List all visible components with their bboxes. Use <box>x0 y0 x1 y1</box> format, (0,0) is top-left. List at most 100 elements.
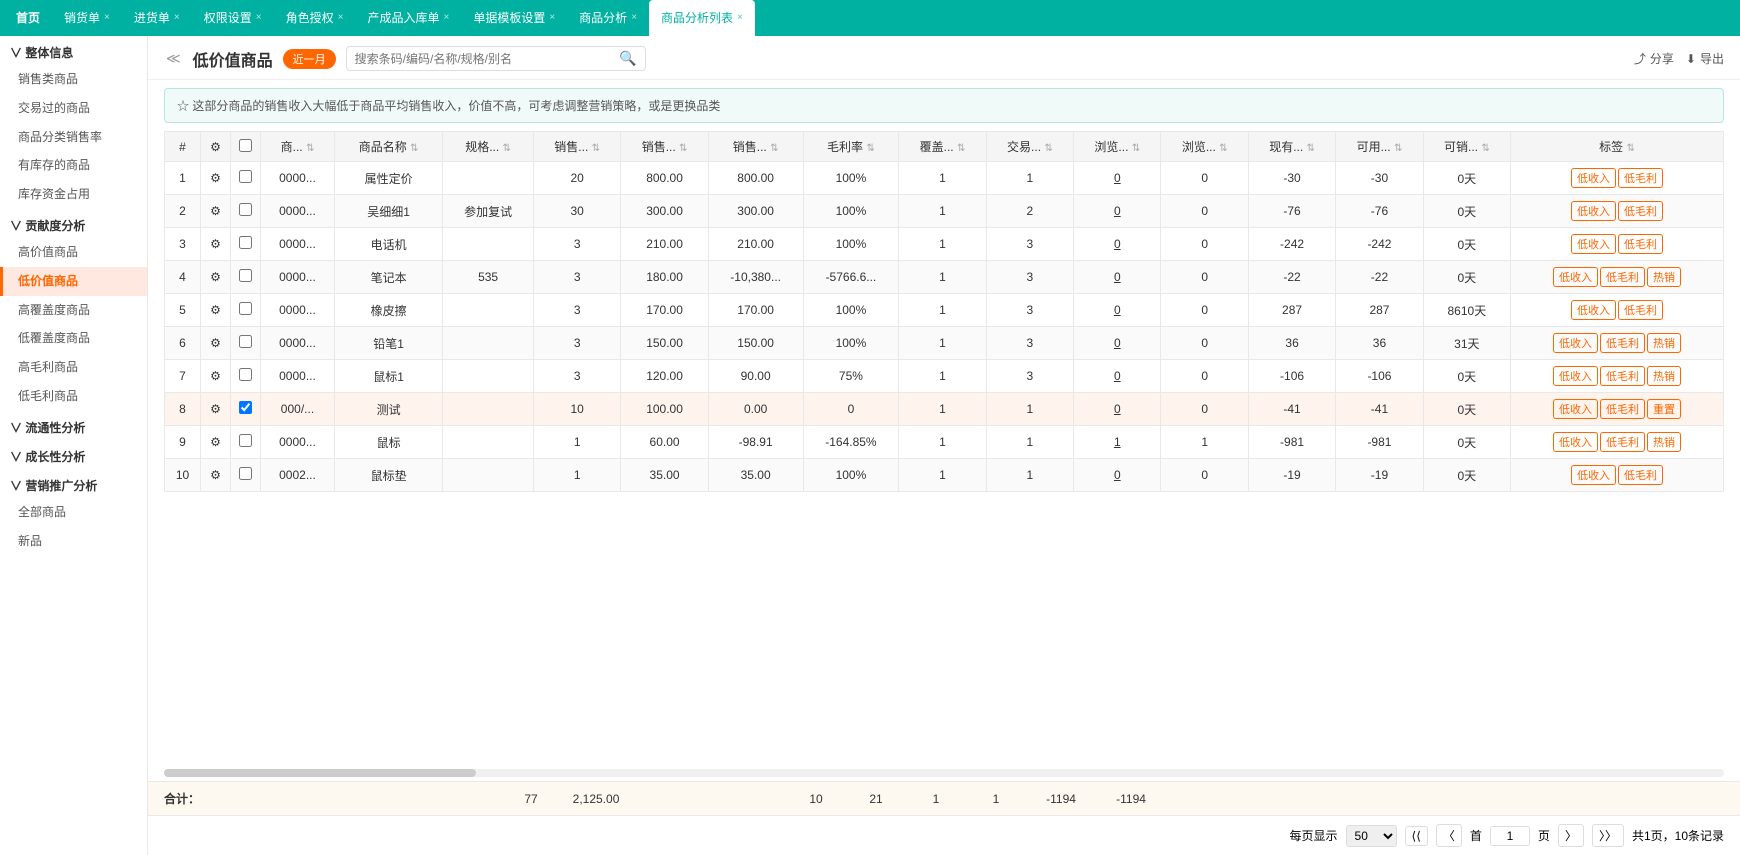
th-tags[interactable]: 标签 ⇅ <box>1511 132 1724 162</box>
sidebar-item-stock-fund[interactable]: 库存资金占用 <box>0 180 147 209</box>
cell-checkbox[interactable] <box>231 261 261 294</box>
th-sellable[interactable]: 可销... ⇅ <box>1423 132 1510 162</box>
time-range-tag[interactable]: 近一月 <box>283 49 336 69</box>
cell-browse1[interactable]: 0 <box>1074 360 1161 393</box>
last-page-button[interactable]: 〉〉 <box>1592 824 1624 847</box>
table-row[interactable]: 7 ⚙ 0000... 鼠标1 3 120.00 90.00 75% 1 3 0… <box>165 360 1724 393</box>
cell-checkbox[interactable] <box>231 228 261 261</box>
row-checkbox[interactable] <box>239 401 252 414</box>
nav-item-role[interactable]: 角色授权 × <box>274 0 356 36</box>
sidebar-item-new-goods[interactable]: 新品 <box>0 527 147 556</box>
browse-link[interactable]: 1 <box>1114 435 1121 449</box>
row-checkbox[interactable] <box>239 203 252 216</box>
cell-checkbox[interactable] <box>231 195 261 228</box>
browse-link[interactable]: 0 <box>1114 402 1121 416</box>
sidebar-item-low-margin[interactable]: 低毛利商品 <box>0 382 147 411</box>
cell-checkbox[interactable] <box>231 162 261 195</box>
table-row[interactable]: 3 ⚙ 0000... 电话机 3 210.00 210.00 100% 1 3… <box>165 228 1724 261</box>
th-browse2[interactable]: 浏览... ⇅ <box>1161 132 1248 162</box>
row-checkbox[interactable] <box>239 269 252 282</box>
sidebar-item-stock-goods[interactable]: 有库存的商品 <box>0 151 147 180</box>
row-checkbox[interactable] <box>239 335 252 348</box>
nav-item-goods-list[interactable]: 商品分析列表 × <box>649 0 755 36</box>
cell-settings[interactable]: ⚙ <box>201 261 231 294</box>
first-page-button[interactable]: ⟨⟨ <box>1405 826 1428 846</box>
page-size-select[interactable]: 50 100 200 <box>1346 825 1397 847</box>
th-settings[interactable]: ⚙ <box>201 132 231 162</box>
cell-browse1[interactable]: 1 <box>1074 426 1161 459</box>
sidebar-item-sales-goods[interactable]: 销售类商品 <box>0 65 147 94</box>
next-page-button[interactable]: 〉 <box>1558 824 1584 847</box>
row-checkbox[interactable] <box>239 368 252 381</box>
cell-settings[interactable]: ⚙ <box>201 360 231 393</box>
cell-settings[interactable]: ⚙ <box>201 327 231 360</box>
row-checkbox[interactable] <box>239 236 252 249</box>
browse-link[interactable]: 0 <box>1114 204 1121 218</box>
row-checkbox[interactable] <box>239 467 252 480</box>
row-checkbox[interactable] <box>239 434 252 447</box>
nav-item-sales[interactable]: 销货单 × <box>52 0 122 36</box>
cell-settings[interactable]: ⚙ <box>201 393 231 426</box>
th-current-stock[interactable]: 现有... ⇅ <box>1248 132 1335 162</box>
row-checkbox[interactable] <box>239 302 252 315</box>
cell-browse1[interactable]: 0 <box>1074 261 1161 294</box>
table-row[interactable]: 9 ⚙ 0000... 鼠标 1 60.00 -98.91 -164.85% 1… <box>165 426 1724 459</box>
browse-link[interactable]: 0 <box>1114 336 1121 350</box>
table-row[interactable]: 10 ⚙ 0002... 鼠标垫 1 35.00 35.00 100% 1 1 … <box>165 459 1724 492</box>
close-icon[interactable]: × <box>256 0 262 36</box>
cell-checkbox[interactable] <box>231 327 261 360</box>
sidebar-item-traded-goods[interactable]: 交易过的商品 <box>0 94 147 123</box>
th-code[interactable]: 商... ⇅ <box>261 132 335 162</box>
browse-link[interactable]: 0 <box>1114 468 1121 482</box>
th-coverage[interactable]: 覆盖... ⇅ <box>899 132 986 162</box>
close-icon[interactable]: × <box>549 0 555 36</box>
scrollbar-thumb[interactable] <box>164 769 476 777</box>
cell-browse1[interactable]: 0 <box>1074 393 1161 426</box>
nav-item-home[interactable]: 首页 <box>4 0 52 36</box>
search-icon[interactable]: 🔍 <box>619 50 636 67</box>
cell-settings[interactable]: ⚙ <box>201 459 231 492</box>
close-icon[interactable]: × <box>174 0 180 36</box>
row-checkbox[interactable] <box>239 170 252 183</box>
th-checkbox[interactable] <box>231 132 261 162</box>
sidebar-group-marketing[interactable]: ∨ 营销推广分析 <box>0 469 147 498</box>
cell-checkbox[interactable] <box>231 294 261 327</box>
sidebar-group-overall[interactable]: ∨ 整体信息 <box>0 36 147 65</box>
browse-link[interactable]: 0 <box>1114 237 1121 251</box>
horizontal-scrollbar[interactable] <box>164 769 1724 777</box>
th-margin[interactable]: 毛利率 ⇅ <box>803 132 899 162</box>
cell-browse1[interactable]: 0 <box>1074 195 1161 228</box>
th-trade[interactable]: 交易... ⇅ <box>986 132 1073 162</box>
th-sales-qty[interactable]: 销售... ⇅ <box>533 132 620 162</box>
browse-link[interactable]: 0 <box>1114 270 1121 284</box>
sidebar-item-all-goods[interactable]: 全部商品 <box>0 498 147 527</box>
close-icon[interactable]: × <box>631 0 637 36</box>
browse-link[interactable]: 0 <box>1114 369 1121 383</box>
export-button[interactable]: ⬇ 导出 <box>1686 50 1724 67</box>
table-row[interactable]: 4 ⚙ 0000... 笔记本 535 3 180.00 -10,380... … <box>165 261 1724 294</box>
browse-link[interactable]: 0 <box>1114 303 1121 317</box>
nav-item-stock-in[interactable]: 产成品入库单 × <box>355 0 461 36</box>
cell-browse1[interactable]: 0 <box>1074 162 1161 195</box>
cell-settings[interactable]: ⚙ <box>201 228 231 261</box>
nav-item-permission[interactable]: 权限设置 × <box>192 0 274 36</box>
share-button[interactable]: ⤴ 分享 <box>1634 50 1674 67</box>
sidebar-item-high-margin[interactable]: 高毛利商品 <box>0 353 147 382</box>
table-row[interactable]: 2 ⚙ 0000... 吴细细1 参加复试 30 300.00 300.00 1… <box>165 195 1724 228</box>
nav-item-goods-analysis[interactable]: 商品分析 × <box>567 0 649 36</box>
table-container[interactable]: # ⚙ 商... ⇅ 商品名称 ⇅ 规格... ⇅ 销售... ⇅ 销售... … <box>148 131 1740 765</box>
cell-settings[interactable]: ⚙ <box>201 294 231 327</box>
cell-checkbox[interactable] <box>231 459 261 492</box>
sidebar-item-low-value[interactable]: 低价值商品 <box>0 267 147 296</box>
cell-browse1[interactable]: 0 <box>1074 459 1161 492</box>
cell-browse1[interactable]: 0 <box>1074 294 1161 327</box>
th-available[interactable]: 可用... ⇅ <box>1336 132 1423 162</box>
close-icon[interactable]: × <box>737 0 743 36</box>
cell-settings[interactable]: ⚙ <box>201 162 231 195</box>
th-sales-amount[interactable]: 销售... ⇅ <box>708 132 803 162</box>
table-row[interactable]: 8 ⚙ 000/... 测试 10 100.00 0.00 0 1 1 0 0 … <box>165 393 1724 426</box>
sidebar-group-circulation[interactable]: ∨ 流通性分析 <box>0 411 147 440</box>
prev-page-button[interactable]: 〈 <box>1436 824 1462 847</box>
cell-checkbox[interactable] <box>231 393 261 426</box>
cell-browse1[interactable]: 0 <box>1074 327 1161 360</box>
